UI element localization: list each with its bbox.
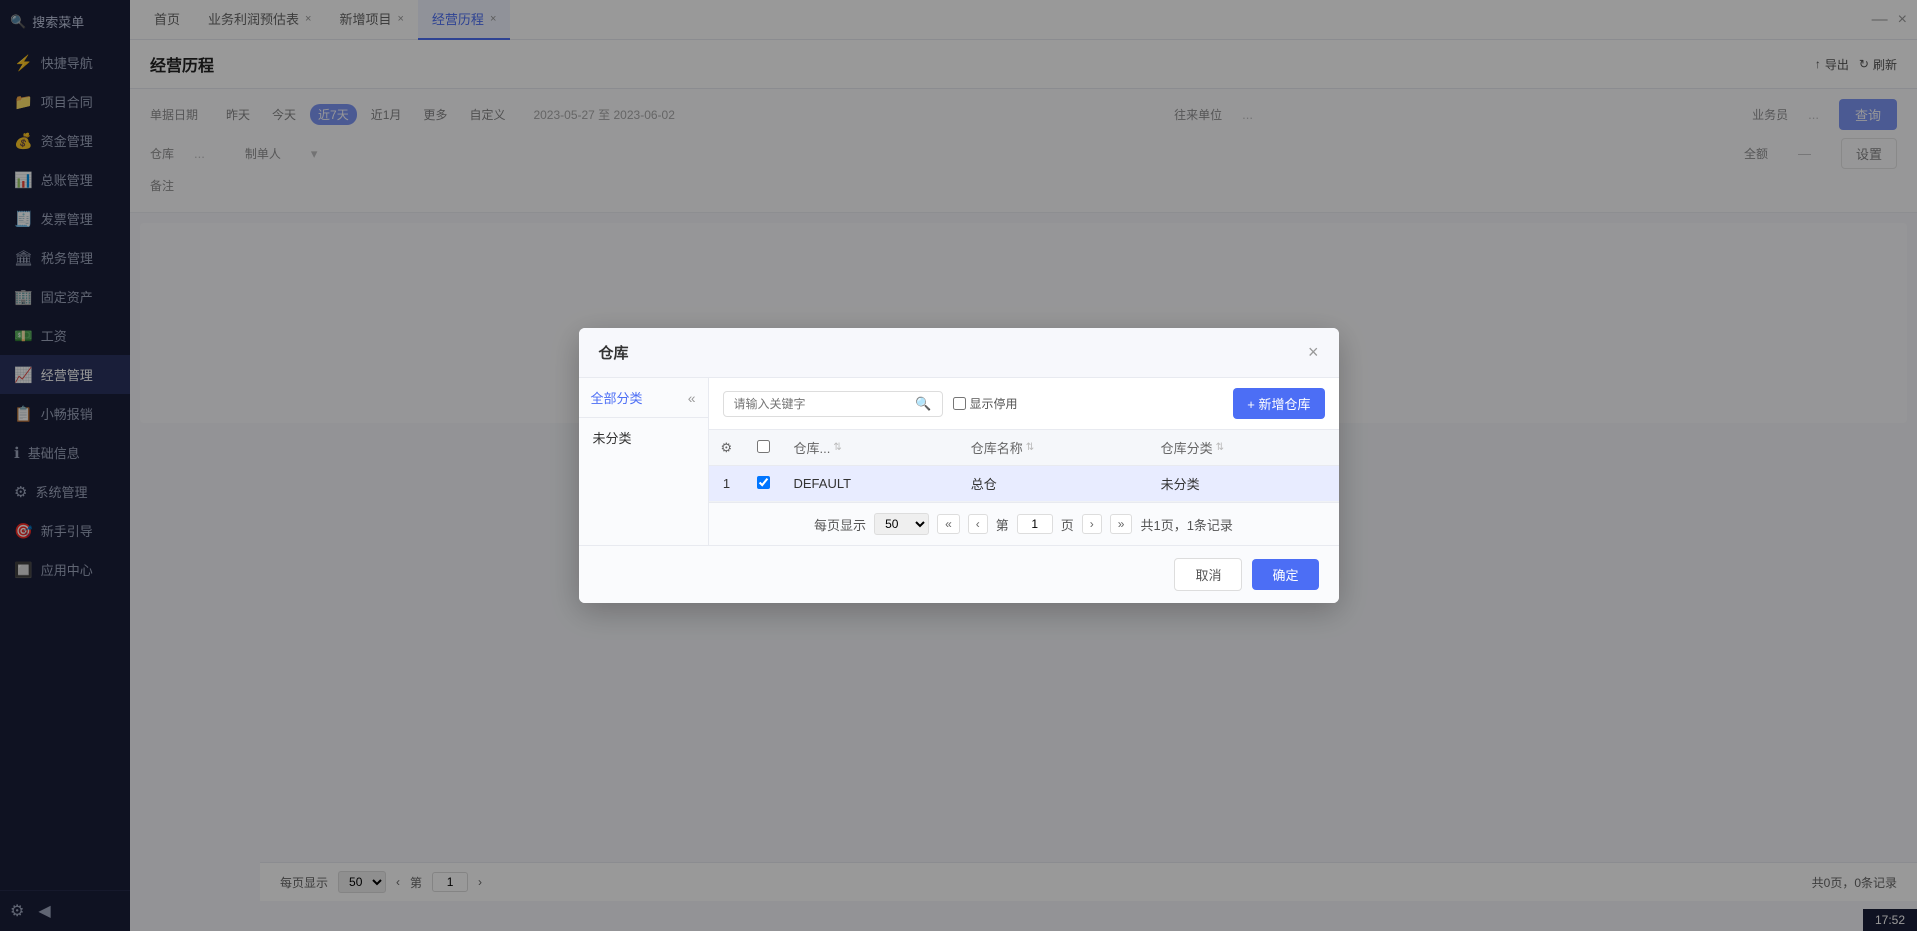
th-code[interactable]: 仓库... ⇅ bbox=[782, 430, 959, 466]
modal-title: 仓库 bbox=[599, 342, 629, 363]
warehouse-search-icon[interactable]: 🔍 bbox=[915, 396, 931, 412]
left-panel-collapse-icon[interactable]: « bbox=[688, 390, 696, 406]
table-row[interactable]: 1 DEFAULT 总仓 未分类 bbox=[709, 466, 1339, 502]
row-category: 未分类 bbox=[1149, 466, 1339, 502]
modal-close-button[interactable]: × bbox=[1308, 342, 1319, 363]
page-number-input[interactable] bbox=[1017, 514, 1053, 534]
th-code-label: 仓库... bbox=[794, 438, 831, 457]
row-name: 总仓 bbox=[959, 466, 1149, 502]
per-page-select[interactable]: 50 10 20 100 bbox=[874, 513, 929, 535]
th-name-sort-icon: ⇅ bbox=[1026, 442, 1034, 453]
cancel-button[interactable]: 取消 bbox=[1174, 558, 1242, 591]
page-suffix: 页 bbox=[1061, 515, 1074, 534]
row-code: DEFAULT bbox=[782, 466, 959, 502]
search-input-wrapper: 🔍 bbox=[723, 391, 943, 417]
th-category[interactable]: 仓库分类 ⇅ bbox=[1149, 430, 1339, 466]
select-all-checkbox[interactable] bbox=[757, 440, 770, 453]
warehouse-modal: 仓库 × 全部分类 « 未分类 bbox=[579, 328, 1339, 603]
modal-right-panel: 🔍 显示停用 + 新增仓库 bbox=[709, 378, 1339, 545]
row-checkbox[interactable] bbox=[757, 476, 770, 489]
th-code-sort-icon: ⇅ bbox=[833, 442, 841, 453]
modal-body: 全部分类 « 未分类 🔍 bbox=[579, 378, 1339, 545]
th-category-label: 仓库分类 bbox=[1161, 438, 1213, 457]
row-num: 1 bbox=[709, 466, 745, 502]
th-code-sort[interactable]: 仓库... ⇅ bbox=[794, 438, 842, 457]
page-label: 第 bbox=[996, 515, 1009, 534]
per-page-label: 每页显示 bbox=[814, 515, 866, 534]
confirm-button[interactable]: 确定 bbox=[1252, 559, 1318, 590]
th-settings[interactable]: ⚙ bbox=[709, 430, 745, 466]
prev-page-button[interactable]: ‹ bbox=[968, 514, 988, 534]
right-panel-toolbar: 🔍 显示停用 + 新增仓库 bbox=[709, 378, 1339, 430]
th-name[interactable]: 仓库名称 ⇅ bbox=[959, 430, 1149, 466]
th-category-sort-icon: ⇅ bbox=[1216, 442, 1224, 453]
left-panel-header: 全部分类 « bbox=[579, 378, 708, 418]
show-disabled-label[interactable]: 显示停用 bbox=[953, 395, 1018, 412]
next-page-button[interactable]: › bbox=[1082, 514, 1102, 534]
page-content: 经营历程 ↑ 导出 ↻ 刷新 单据日期 昨天 今天 近7天 bbox=[130, 40, 1917, 931]
warehouse-search-input[interactable] bbox=[734, 397, 916, 411]
row-checkbox-cell bbox=[745, 466, 782, 502]
th-checkbox bbox=[745, 430, 782, 466]
warehouse-table: ⚙ 仓库... ⇅ bbox=[709, 430, 1339, 502]
show-disabled-text: 显示停用 bbox=[970, 395, 1018, 412]
add-warehouse-button[interactable]: + 新增仓库 bbox=[1233, 388, 1324, 419]
th-name-sort[interactable]: 仓库名称 ⇅ bbox=[971, 438, 1034, 457]
last-page-button[interactable]: » bbox=[1110, 514, 1133, 534]
total-info: 共1页，1条记录 bbox=[1140, 515, 1232, 534]
settings-col-icon: ⚙ bbox=[721, 440, 733, 455]
modal-left-panel: 全部分类 « 未分类 bbox=[579, 378, 709, 545]
modal-footer: 取消 确定 bbox=[579, 545, 1339, 603]
main-area: 首页 业务利润预估表 × 新增项目 × 经营历程 × — × 经营历程 ↑ 导出 bbox=[130, 0, 1917, 931]
th-name-label: 仓库名称 bbox=[971, 438, 1023, 457]
modal-pagination: 每页显示 50 10 20 100 « ‹ 第 页 bbox=[709, 502, 1339, 545]
all-category-label[interactable]: 全部分类 bbox=[591, 388, 643, 407]
show-disabled-checkbox[interactable] bbox=[953, 397, 966, 410]
modal-header: 仓库 × bbox=[579, 328, 1339, 378]
th-category-sort[interactable]: 仓库分类 ⇅ bbox=[1161, 438, 1224, 457]
modal-overlay[interactable]: 仓库 × 全部分类 « 未分类 bbox=[130, 40, 1917, 931]
first-page-button[interactable]: « bbox=[937, 514, 960, 534]
left-panel-uncategorized[interactable]: 未分类 bbox=[579, 418, 708, 457]
